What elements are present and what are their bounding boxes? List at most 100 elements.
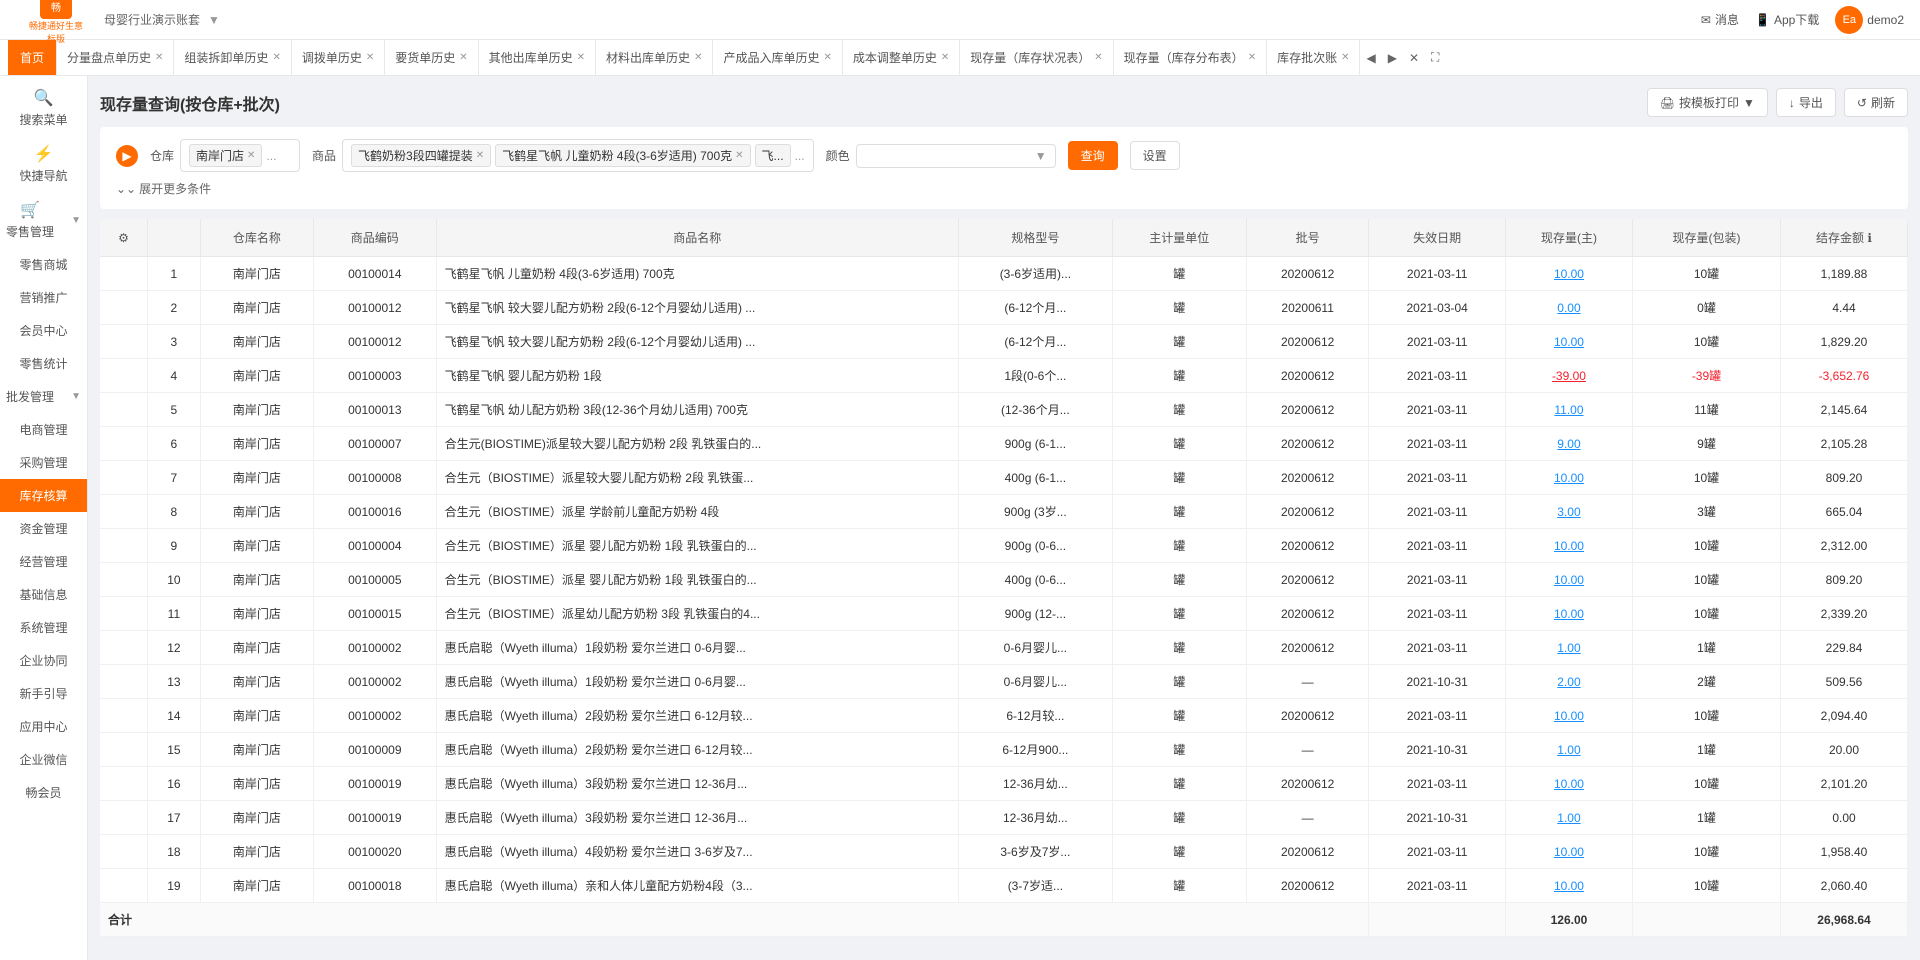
row-expand (100, 733, 147, 767)
tab-batch-close[interactable]: ✕ (1341, 52, 1349, 63)
sidebar-item-wholesale[interactable]: 批发管理 ▼ (0, 380, 87, 413)
row-qty-pkg: 10罐 (1633, 869, 1781, 903)
row-expire: 2021-03-11 (1369, 257, 1505, 291)
row-qty-main[interactable]: 9.00 (1505, 427, 1632, 461)
warehouse-input[interactable]: 南岸门店 ✕ ... (180, 139, 300, 172)
row-expand (100, 257, 147, 291)
row-expire: 2021-03-11 (1369, 325, 1505, 359)
tab-other-out[interactable]: 其他出库单历史 ✕ (479, 40, 596, 76)
tab-material-out-close[interactable]: ✕ (694, 52, 702, 63)
row-qty-main[interactable]: 10.00 (1505, 461, 1632, 495)
setting-icon[interactable]: ⚙ (118, 231, 129, 245)
sidebar-item-retail-shop[interactable]: 零售商城 (0, 248, 87, 281)
sidebar-item-base[interactable]: 基础信息 (0, 578, 87, 611)
row-no: 18 (147, 835, 200, 869)
tab-other-out-close[interactable]: ✕ (577, 52, 585, 63)
sidebar-item-wechat[interactable]: 企业微信 (0, 743, 87, 776)
filter-expand-btn[interactable]: ▶ (116, 145, 138, 167)
row-qty-main[interactable]: 0.00 (1505, 291, 1632, 325)
sidebar-item-guide[interactable]: 新手引导 (0, 677, 87, 710)
row-expand (100, 495, 147, 529)
tab-adjust-close[interactable]: ✕ (366, 52, 374, 63)
tab-disassemble-close[interactable]: ✕ (272, 52, 280, 63)
export-btn[interactable]: ↓ 导出 (1776, 88, 1836, 117)
tab-demand-close[interactable]: ✕ (459, 52, 467, 63)
sidebar-item-nav[interactable]: ⚡ 快捷导航 (0, 136, 87, 192)
row-qty-main[interactable]: 10.00 (1505, 529, 1632, 563)
tab-disassemble[interactable]: 组装拆卸单历史 ✕ (174, 40, 291, 76)
tab-stock-status-close[interactable]: ✕ (1094, 52, 1102, 63)
tab-product-in-close[interactable]: ✕ (823, 52, 831, 63)
col-spec: 规格型号 (958, 219, 1112, 257)
row-qty-main[interactable]: 10.00 (1505, 699, 1632, 733)
sidebar-item-system[interactable]: 系统管理 (0, 611, 87, 644)
sidebar-item-member2[interactable]: 畅会员 (0, 776, 87, 809)
row-qty-main[interactable]: 1.00 (1505, 733, 1632, 767)
sidebar-item-inventory[interactable]: 库存核算 (0, 479, 87, 512)
product-tag-2-close[interactable]: ✕ (735, 150, 743, 161)
expand-more-btn[interactable]: ⌄⌄ 展开更多条件 (116, 180, 1892, 197)
tab-stock-status[interactable]: 现存量（库存状况表） ✕ (960, 40, 1113, 76)
row-qty-main[interactable]: 10.00 (1505, 869, 1632, 903)
tab-nav-right[interactable]: ▶ (1382, 51, 1403, 65)
color-input[interactable]: ▼ (856, 144, 1056, 168)
row-qty-pkg: 10罐 (1633, 835, 1781, 869)
row-amount: 0.00 (1781, 801, 1908, 835)
sidebar-ecommerce-label: 电商管理 (19, 421, 67, 438)
sidebar-item-operations[interactable]: 经营管理 (0, 545, 87, 578)
row-qty-main[interactable]: 10.00 (1505, 563, 1632, 597)
product-tag-2-value: 飞鹤星飞帆 儿童奶粉 4段(3-6岁适用) 700克 (502, 147, 732, 164)
print-btn[interactable]: 🖨 按模板打印 ▼ (1647, 88, 1768, 117)
settings-btn[interactable]: 设置 (1130, 141, 1180, 170)
tab-batch[interactable]: 库存批次账 ✕ (1267, 40, 1360, 76)
sidebar-item-member[interactable]: 会员中心 (0, 314, 87, 347)
user-area[interactable]: Ea demo2 (1835, 6, 1904, 34)
sidebar-item-retail-stat[interactable]: 零售统计 (0, 347, 87, 380)
tab-nav-close-all[interactable]: ✕ (1403, 51, 1425, 65)
sidebar-item-marketing[interactable]: 营销推广 (0, 281, 87, 314)
row-qty-main[interactable]: 3.00 (1505, 495, 1632, 529)
sidebar-item-finance[interactable]: 资金管理 (0, 512, 87, 545)
row-qty-main[interactable]: 10.00 (1505, 835, 1632, 869)
tab-product-in[interactable]: 产成品入库单历史 ✕ (713, 40, 842, 76)
row-no: 13 (147, 665, 200, 699)
warehouse-tag-close[interactable]: ✕ (247, 150, 255, 161)
row-qty-main[interactable]: 11.00 (1505, 393, 1632, 427)
app-download-btn[interactable]: 📱 App下载 (1755, 11, 1819, 28)
row-qty-main[interactable]: 10.00 (1505, 325, 1632, 359)
tab-material-out[interactable]: 材料出库单历史 ✕ (596, 40, 713, 76)
tab-split[interactable]: 分量盘点单历史 ✕ (57, 40, 174, 76)
tab-stock-dist-close[interactable]: ✕ (1248, 52, 1256, 63)
tab-split-close[interactable]: ✕ (155, 52, 163, 63)
tab-home[interactable]: 首页 (8, 40, 57, 76)
sidebar-item-purchase[interactable]: 采购管理 (0, 446, 87, 479)
sidebar-item-ecommerce[interactable]: 电商管理 (0, 413, 87, 446)
sidebar-item-search[interactable]: 🔍 搜索菜单 (0, 80, 87, 136)
row-qty-main[interactable]: 10.00 (1505, 257, 1632, 291)
sidebar-item-app-center[interactable]: 应用中心 (0, 710, 87, 743)
tab-nav-maximize[interactable]: ⛶ (1425, 50, 1445, 65)
product-tag-1-close[interactable]: ✕ (476, 150, 484, 161)
row-qty-main[interactable]: -39.00 (1505, 359, 1632, 393)
row-qty-main[interactable]: 10.00 (1505, 597, 1632, 631)
row-qty-main[interactable]: 1.00 (1505, 631, 1632, 665)
sidebar-item-enterprise[interactable]: 企业协同 (0, 644, 87, 677)
tab-stock-dist[interactable]: 现存量（库存分布表） ✕ (1114, 40, 1267, 76)
product-input[interactable]: 飞鹤奶粉3段四罐提装 ✕ 飞鹤星飞帆 儿童奶粉 4段(3-6岁适用) 700克 … (342, 139, 814, 172)
row-unit: 罐 (1112, 733, 1246, 767)
table-header-row: ⚙ 仓库名称 商品编码 商品名称 规格型号 主计量单位 批号 失效日期 现存量(… (100, 219, 1908, 257)
tab-adjust[interactable]: 调拨单历史 ✕ (292, 40, 385, 76)
row-qty-main[interactable]: 2.00 (1505, 665, 1632, 699)
refresh-btn[interactable]: ↺ 刷新 (1844, 88, 1908, 117)
sidebar-item-retail[interactable]: 🛒 零售管理 ▼ (0, 192, 87, 248)
row-spec: 0-6月婴儿... (958, 665, 1112, 699)
tab-nav-left[interactable]: ◀ (1360, 51, 1381, 65)
tab-cost-adjust-close[interactable]: ✕ (941, 52, 949, 63)
tab-demand[interactable]: 要货单历史 ✕ (385, 40, 478, 76)
row-qty-main[interactable]: 1.00 (1505, 801, 1632, 835)
table-body: 1 南岸门店 00100014 飞鹤星飞帆 儿童奶粉 4段(3-6岁适用) 70… (100, 257, 1908, 903)
message-btn[interactable]: ✉ 消息 (1701, 11, 1739, 28)
row-qty-main[interactable]: 10.00 (1505, 767, 1632, 801)
tab-cost-adjust[interactable]: 成本调整单历史 ✕ (843, 40, 960, 76)
query-btn[interactable]: 查询 (1068, 141, 1118, 170)
